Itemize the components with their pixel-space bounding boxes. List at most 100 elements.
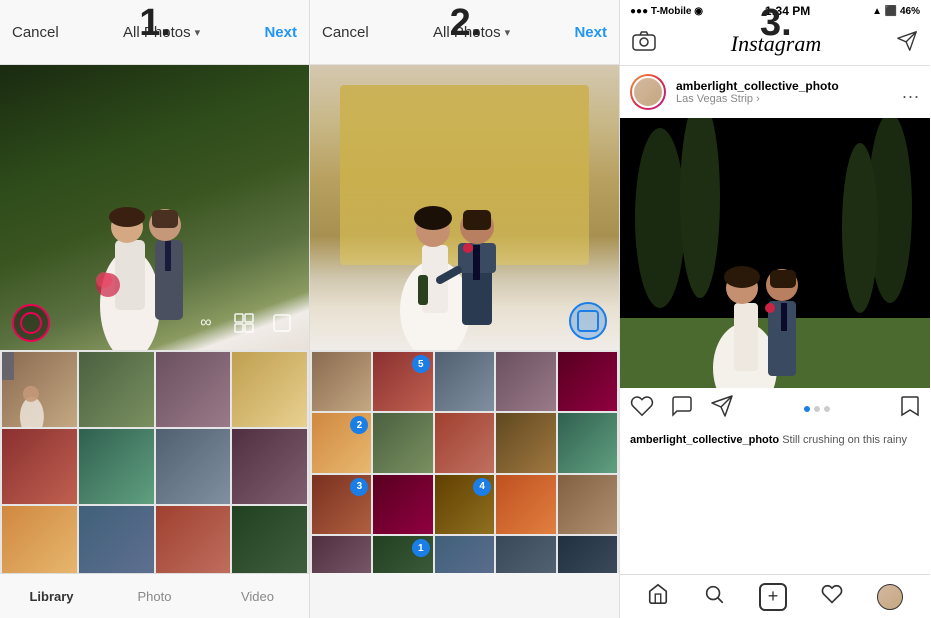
list-item[interactable] [312, 352, 371, 411]
thumb-bg [79, 429, 154, 504]
phone-2-chevron-icon: ▾ [505, 26, 511, 39]
bookmark-button[interactable] [900, 394, 920, 424]
thumb-bg [2, 429, 77, 504]
send-icon[interactable] [896, 30, 918, 58]
phone-2-next-button[interactable]: Next [574, 24, 607, 41]
phone-2-header: Cancel All Photos ▾ Next [310, 0, 619, 65]
phone-1-next-button[interactable]: Next [264, 24, 297, 41]
instagram-actions [620, 388, 930, 430]
like-button[interactable] [630, 394, 654, 424]
list-item[interactable] [79, 352, 154, 427]
thumb-bg [496, 536, 555, 573]
list-item[interactable] [558, 536, 617, 573]
heart-nav-button[interactable] [821, 583, 843, 611]
phone-2-album-title: All Photos [433, 24, 501, 41]
avatar [630, 74, 666, 110]
home-button[interactable] [647, 583, 669, 611]
list-item[interactable] [232, 506, 307, 574]
phones-container: Cancel All Photos ▾ Next [0, 0, 931, 618]
list-item[interactable]: 4 [435, 475, 494, 534]
instagram-logo: Instagram [731, 31, 821, 57]
phone-1: Cancel All Photos ▾ Next [0, 0, 310, 618]
list-item[interactable] [232, 429, 307, 504]
search-button[interactable] [703, 583, 725, 611]
list-item[interactable] [156, 429, 231, 504]
phone-1-grid-icon[interactable] [229, 308, 259, 338]
phone-1-header: Cancel All Photos ▾ Next [0, 0, 309, 65]
thumb-badge-5: 5 [412, 355, 430, 373]
bookmark-svg [900, 394, 920, 418]
post-photo-svg [620, 118, 930, 388]
phone-2-main-photo [310, 65, 619, 350]
dot-3 [824, 406, 830, 412]
list-item[interactable]: 1 [373, 536, 432, 573]
list-item[interactable] [156, 352, 231, 427]
carousel-dots [746, 406, 888, 412]
list-item[interactable] [79, 506, 154, 574]
add-post-button[interactable]: + [759, 583, 787, 611]
grid-svg [233, 312, 255, 334]
list-item[interactable] [373, 475, 432, 534]
list-item[interactable] [2, 429, 77, 504]
comment-button[interactable] [670, 394, 694, 424]
list-item[interactable]: 5 [373, 352, 432, 411]
list-item[interactable] [496, 352, 555, 411]
list-item[interactable] [2, 352, 77, 427]
list-item[interactable] [435, 413, 494, 472]
list-item[interactable] [496, 413, 555, 472]
post-header: amberlight_collective_photo Las Vegas St… [620, 66, 930, 118]
caption-username[interactable]: amberlight_collective_photo [630, 434, 779, 446]
list-item[interactable] [496, 475, 555, 534]
list-item[interactable]: 3 [312, 475, 371, 534]
list-item[interactable] [2, 506, 77, 574]
phone-2-cancel-button[interactable]: Cancel [322, 24, 369, 41]
thumb-bg [373, 413, 432, 472]
list-item[interactable] [558, 413, 617, 472]
post-location[interactable]: Las Vegas Strip › [676, 93, 892, 105]
tab-photo[interactable]: Photo [103, 581, 206, 612]
list-item[interactable] [79, 429, 154, 504]
phone-2-thumb-grid: 5 2 3 [310, 350, 619, 573]
thumb-bg [312, 352, 371, 411]
post-username[interactable]: amberlight_collective_photo [676, 79, 892, 93]
phone-1-photo-controls: ∞ [0, 304, 309, 342]
tab-video[interactable]: Video [206, 581, 309, 612]
thumb-bg [558, 475, 617, 534]
list-item[interactable]: 2 [312, 413, 371, 472]
phone-2-select-circle-button[interactable] [569, 302, 607, 340]
share-button[interactable] [710, 394, 734, 424]
phone-1-album-selector[interactable]: All Photos ▾ [123, 24, 200, 41]
instagram-caption: amberlight_collective_photo Still crushi… [620, 430, 930, 450]
list-item[interactable] [373, 413, 432, 472]
camera-icon[interactable] [632, 30, 656, 58]
phone-2: Cancel All Photos ▾ Next [310, 0, 620, 618]
list-item[interactable] [312, 536, 371, 573]
list-item[interactable] [558, 475, 617, 534]
thumb-bg [232, 352, 307, 427]
post-user-info: amberlight_collective_photo Las Vegas St… [676, 79, 892, 105]
tab-library[interactable]: Library [0, 581, 103, 612]
phone-1-select-circle-button[interactable] [12, 304, 50, 342]
thumb-bg [435, 352, 494, 411]
thumb-bg [2, 506, 77, 574]
status-bar: ●●● T-Mobile ◉ 1:34 PM ▲ ⬛ 46% [620, 0, 930, 22]
list-item[interactable] [435, 352, 494, 411]
thumb-bg [156, 429, 231, 504]
phone-1-expand-icon[interactable]: ∞ [191, 308, 221, 338]
phone-1-album-title: All Photos [123, 24, 191, 41]
send-svg [896, 30, 918, 52]
list-item[interactable] [558, 352, 617, 411]
instagram-post-photo [620, 118, 930, 388]
thumb-bg [2, 352, 77, 427]
phone-1-square-icon[interactable] [267, 308, 297, 338]
phone-2-album-selector[interactable]: All Photos ▾ [433, 24, 510, 41]
list-item[interactable] [435, 536, 494, 573]
list-item[interactable] [156, 506, 231, 574]
profile-button[interactable] [877, 584, 903, 610]
list-item[interactable] [232, 352, 307, 427]
list-item[interactable] [496, 536, 555, 573]
phone-1-cancel-button[interactable]: Cancel [12, 24, 59, 41]
thumb-bg [435, 413, 494, 472]
phone-1-tab-bar: Library Photo Video [0, 573, 309, 618]
post-more-button[interactable]: ... [902, 82, 920, 103]
